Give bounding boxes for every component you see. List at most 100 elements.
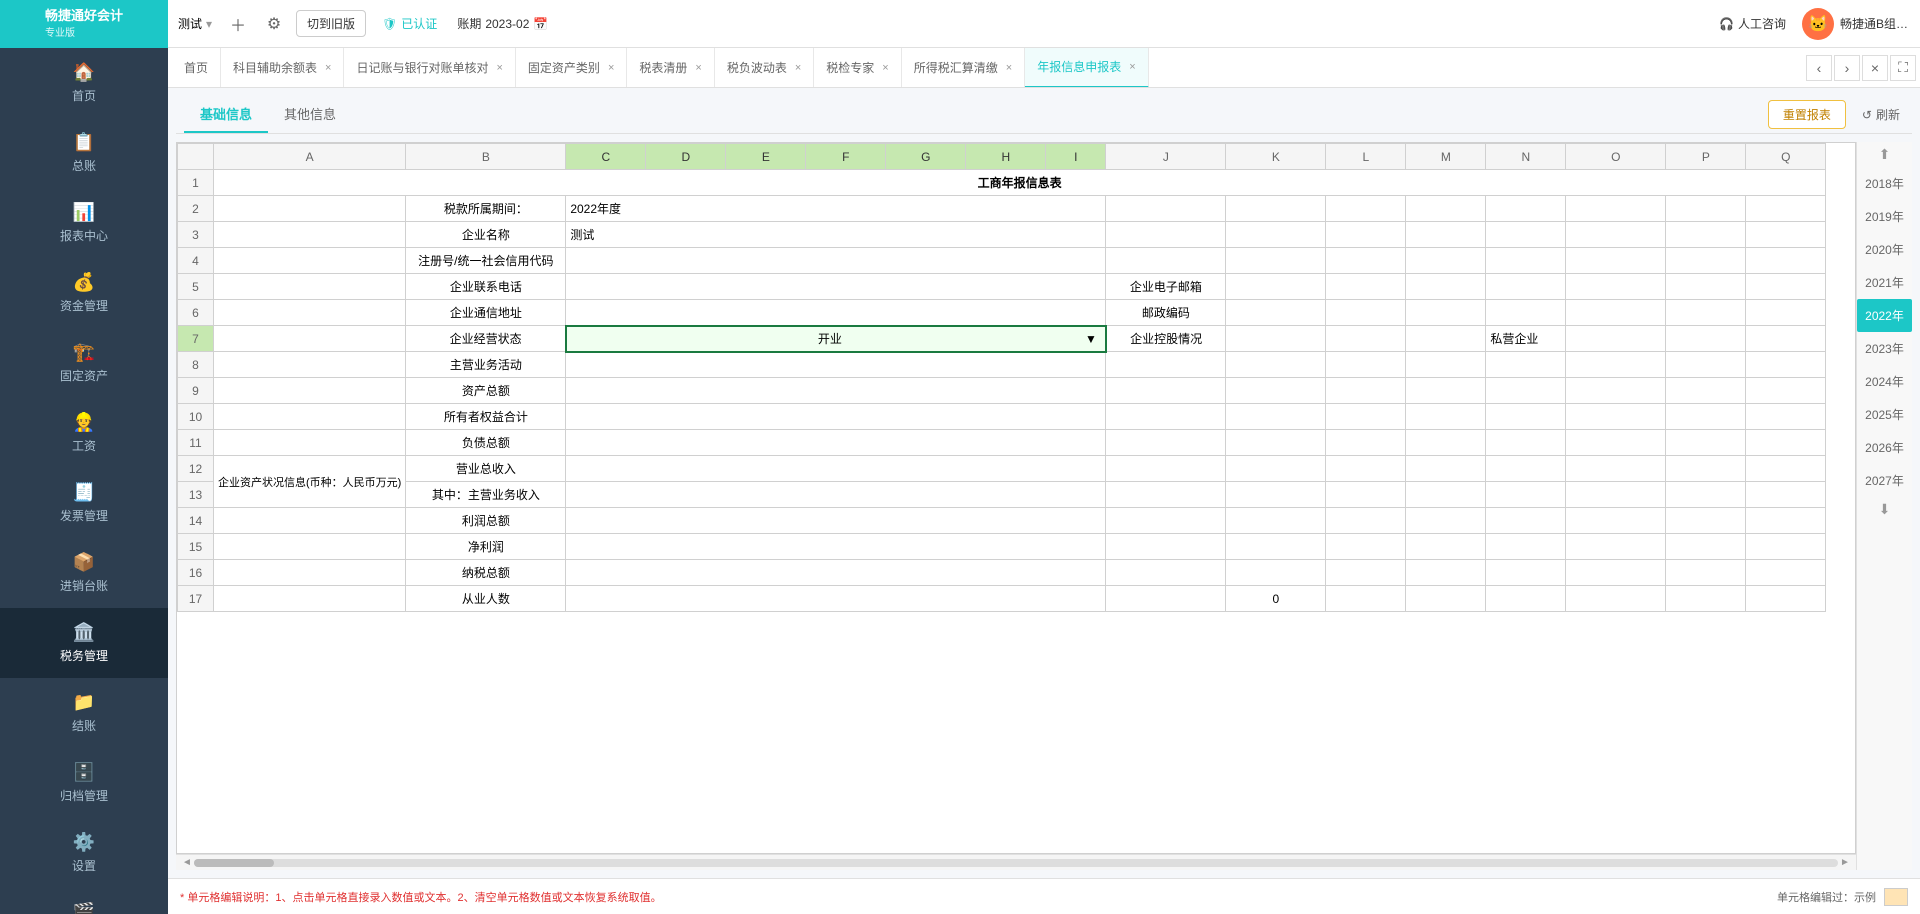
tab-close-tax-expert[interactable]: × — [882, 62, 888, 74]
sidebar-item-settings[interactable]: ⚙️ 设置 — [0, 818, 168, 888]
tab-subject-balance[interactable]: 科目辅助余额表 × — [221, 48, 344, 88]
cell-14-c[interactable] — [566, 508, 1106, 534]
settings-icon[interactable]: ⚙ — [260, 10, 288, 38]
cell-13-c[interactable] — [566, 482, 1106, 508]
year-item-2027[interactable]: 2027年 — [1857, 464, 1912, 497]
add-tab-button[interactable]: ＋ — [224, 10, 252, 38]
scroll-thumb[interactable] — [194, 859, 274, 867]
tab-close-subject-balance[interactable]: × — [325, 62, 331, 74]
cell-8-c[interactable] — [566, 352, 1106, 378]
cell-11-c[interactable] — [566, 430, 1106, 456]
cell-7-n[interactable]: 私营企业 — [1486, 326, 1566, 352]
cell-17-c[interactable] — [566, 586, 1106, 612]
scroll-right-btn[interactable]: ► — [1838, 857, 1852, 868]
tab-close-tax-list[interactable]: × — [695, 62, 701, 74]
tab-tax-fluctuation[interactable]: 税负波动表 × — [715, 48, 814, 88]
cell-9-c[interactable] — [566, 378, 1106, 404]
old-version-button[interactable]: 切到旧版 — [296, 10, 366, 37]
cell-6-k[interactable] — [1226, 300, 1326, 326]
cell-2-c[interactable]: 2022年度 — [566, 196, 1106, 222]
current-tab-selector[interactable]: 测试 ▾ — [178, 15, 212, 32]
sidebar-item-close[interactable]: 📁 结账 — [0, 678, 168, 748]
sidebar-item-ledger[interactable]: 📋 总账 — [0, 118, 168, 188]
tab-nav-close[interactable]: × — [1862, 55, 1888, 81]
tab-nav-prev[interactable]: ‹ — [1806, 55, 1832, 81]
cell-16-c[interactable] — [566, 560, 1106, 586]
sidebar-item-home[interactable]: 🏠 首页 — [0, 48, 168, 118]
cell-1-title[interactable]: 工商年报信息表 — [214, 170, 1826, 196]
cell-3-c[interactable]: 测试 — [566, 222, 1106, 248]
sidebar-item-guide[interactable]: 🎬 新手引导 — [0, 888, 168, 914]
year-item-2026[interactable]: 2026年 — [1857, 431, 1912, 464]
tab-income-tax[interactable]: 所得税汇算清缴 × — [902, 48, 1025, 88]
col-header-g: G — [886, 144, 966, 170]
tab-journal[interactable]: 日记账与银行对账单核对 × — [344, 48, 515, 88]
cell-5-k[interactable] — [1226, 274, 1326, 300]
tab-fixed-asset[interactable]: 固定资产类别 × — [516, 48, 627, 88]
spreadsheet-wrapper: A B C D E F G H I J — [176, 142, 1912, 870]
cell-7-m[interactable] — [1406, 326, 1486, 352]
year-nav-up[interactable]: ⬆ — [1857, 142, 1912, 167]
sidebar-item-tax[interactable]: 🏛️ 税务管理 — [0, 608, 168, 678]
sidebar-item-assets[interactable]: 🏗️ 固定资产 — [0, 328, 168, 398]
tab-nav-expand[interactable]: ⛶ — [1890, 55, 1916, 81]
dropdown-arrow[interactable]: ▼ — [1085, 332, 1097, 346]
tab-nav-next[interactable]: › — [1834, 55, 1860, 81]
scroll-track[interactable] — [194, 859, 1838, 867]
user-info[interactable]: 🐱 畅捷通B组… — [1802, 8, 1908, 40]
year-item-2021[interactable]: 2021年 — [1857, 266, 1912, 299]
year-item-2024[interactable]: 2024年 — [1857, 365, 1912, 398]
tab-close-fixed-asset[interactable]: × — [608, 62, 614, 74]
cell-15-c[interactable] — [566, 534, 1106, 560]
sidebar-item-archive[interactable]: 🗄️ 归档管理 — [0, 748, 168, 818]
sidebar-item-reports[interactable]: 📊 报表中心 — [0, 188, 168, 258]
cell-7-k[interactable] — [1226, 326, 1326, 352]
tab-tax-expert[interactable]: 税检专家 × — [814, 48, 901, 88]
sidebar-item-inventory[interactable]: 📦 进销台账 — [0, 538, 168, 608]
year-item-2019[interactable]: 2019年 — [1857, 200, 1912, 233]
tab-tax-list[interactable]: 税表清册 × — [627, 48, 714, 88]
year-item-2020[interactable]: 2020年 — [1857, 233, 1912, 266]
sidebar-item-salary[interactable]: 👷 工资 — [0, 398, 168, 468]
horizontal-scrollbar[interactable]: ◄ ► — [176, 854, 1856, 870]
spreadsheet-main[interactable]: A B C D E F G H I J — [176, 142, 1856, 854]
tab-close-income-tax[interactable]: × — [1006, 62, 1012, 74]
year-item-2025[interactable]: 2025年 — [1857, 398, 1912, 431]
tab-dropdown-arrow[interactable]: ▾ — [206, 17, 212, 31]
period-label: 账期 — [457, 15, 481, 32]
cell-14-j — [1106, 508, 1226, 534]
row-num-12: 12 — [178, 456, 214, 482]
cell-16-p — [1666, 560, 1746, 586]
cell-16-q — [1746, 560, 1826, 586]
cell-6-c[interactable] — [566, 300, 1106, 326]
row-num-5: 5 — [178, 274, 214, 300]
sub-tab-basic[interactable]: 基础信息 — [184, 96, 268, 133]
refresh-button[interactable]: ↺ 刷新 — [1854, 101, 1908, 128]
tab-home[interactable]: 首页 — [172, 48, 221, 88]
cell-10-c[interactable] — [566, 404, 1106, 430]
reset-report-button[interactable]: 重置报表 — [1768, 100, 1846, 129]
cell-5-c[interactable] — [566, 274, 1106, 300]
sidebar-label-funds: 资金管理 — [60, 297, 108, 314]
cell-7-l[interactable] — [1326, 326, 1406, 352]
cell-4-c[interactable] — [566, 248, 1106, 274]
year-item-2023[interactable]: 2023年 — [1857, 332, 1912, 365]
tab-close-tax-fluctuation[interactable]: × — [795, 62, 801, 74]
cell-10-l — [1326, 404, 1406, 430]
year-nav-down[interactable]: ⬇ — [1857, 497, 1912, 522]
tab-close-journal[interactable]: × — [496, 62, 502, 74]
sidebar-item-invoice[interactable]: 🧾 发票管理 — [0, 468, 168, 538]
scroll-left-btn[interactable]: ◄ — [180, 857, 194, 868]
cell-12-b: 营业总收入 — [406, 456, 566, 482]
cell-17-k[interactable]: 0 — [1226, 586, 1326, 612]
tab-annual-report[interactable]: 年报信息申报表 × — [1025, 48, 1148, 88]
cell-12-c[interactable] — [566, 456, 1106, 482]
year-item-2022[interactable]: 2022年 — [1857, 299, 1912, 332]
service-button[interactable]: 🎧 人工咨询 — [1719, 15, 1786, 32]
tab-close-annual-report[interactable]: × — [1129, 61, 1135, 73]
calendar-icon[interactable]: 📅 — [533, 17, 548, 31]
sub-tab-other[interactable]: 其他信息 — [268, 96, 352, 133]
cell-7-c-dropdown[interactable]: 开业 ▼ — [566, 326, 1106, 352]
sidebar-item-funds[interactable]: 💰 资金管理 — [0, 258, 168, 328]
year-item-2018[interactable]: 2018年 — [1857, 167, 1912, 200]
